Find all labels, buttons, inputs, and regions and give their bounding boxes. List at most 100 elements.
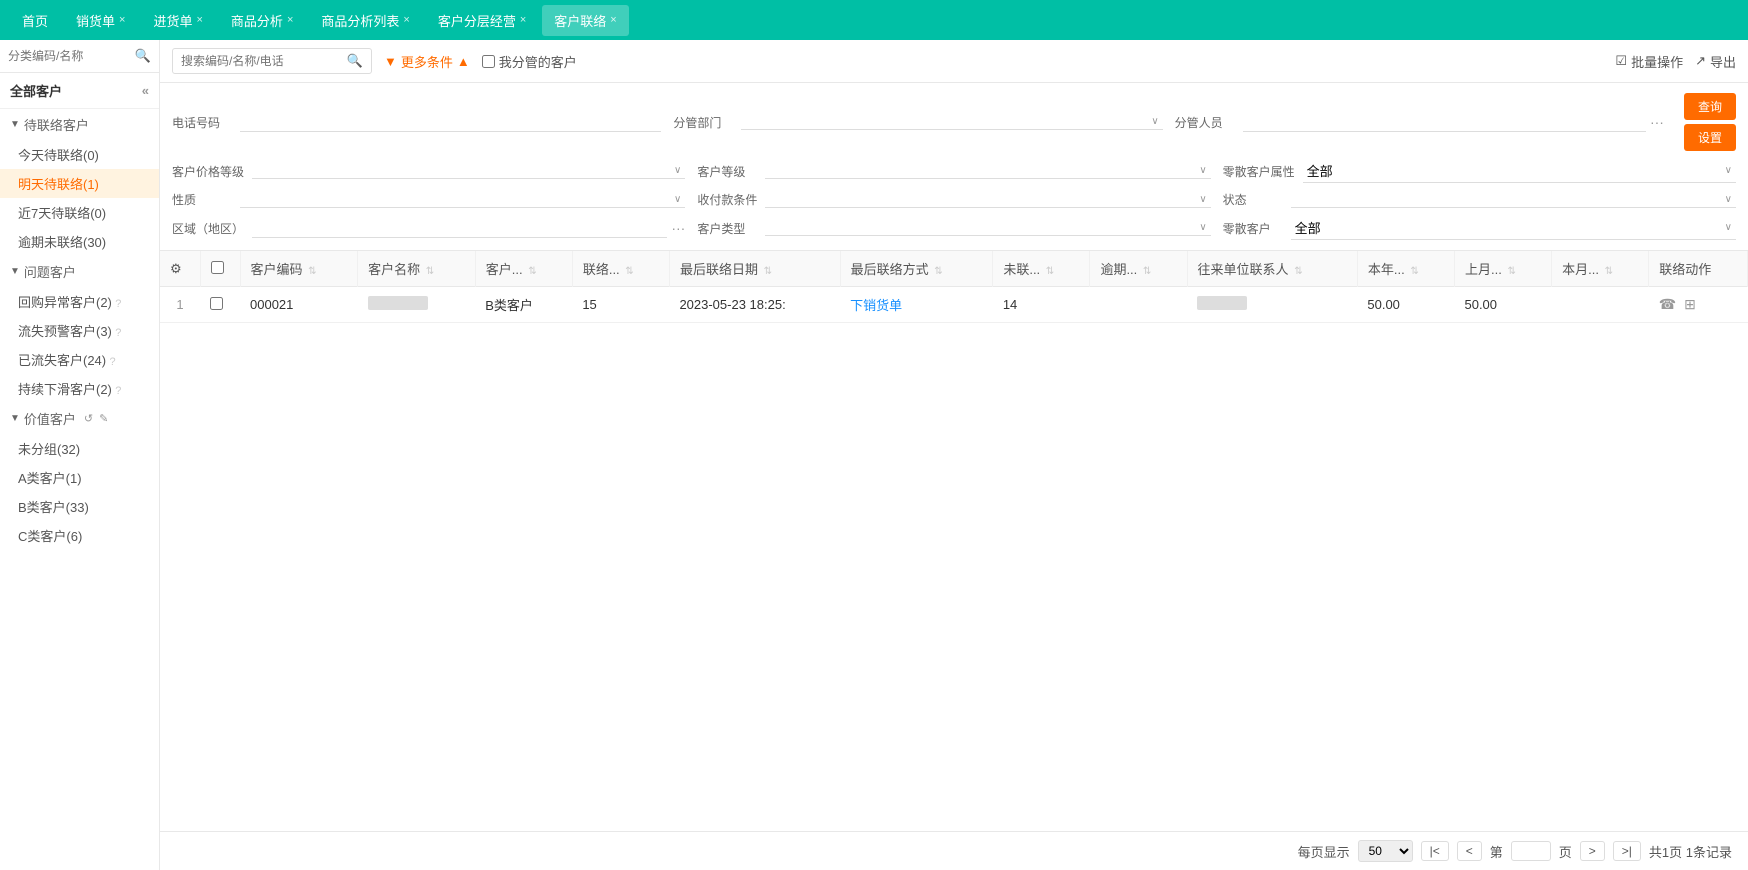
more-icon[interactable]: ··· [1650, 114, 1664, 130]
row-name [358, 287, 476, 323]
checkbox-icon: ☑ [1615, 53, 1627, 69]
nav-customer-layer[interactable]: 客户分层经营 × [426, 5, 538, 36]
sidebar-item-ungrouped[interactable]: 未分组(32) [0, 434, 159, 463]
reset-button[interactable]: 设置 [1684, 124, 1736, 151]
sidebar-item-loss-warning[interactable]: 流失预警客户(3) ? [0, 316, 159, 345]
first-page-btn[interactable]: |< [1421, 841, 1449, 861]
sort-icon[interactable]: ⇅ [764, 266, 772, 277]
collapse-icon[interactable]: « [142, 83, 149, 98]
sidebar-item-class-a[interactable]: A类客户(1) [0, 463, 159, 492]
close-icon[interactable]: × [196, 14, 202, 26]
filter-price-level: 客户价格等级 ∨ [172, 163, 685, 180]
nav-customer-contact[interactable]: 客户联络 × [542, 5, 628, 36]
refresh-icon[interactable]: ↺ [84, 412, 93, 425]
sort-icon[interactable]: ⇅ [308, 266, 316, 277]
settings-icon[interactable]: ⚙ [170, 261, 182, 276]
qrcode-icon[interactable]: ⊞ [1684, 296, 1696, 313]
department-select[interactable]: ∨ [741, 114, 1162, 130]
region-input[interactable] [252, 219, 667, 238]
sort-icon[interactable]: ⇅ [1410, 266, 1418, 277]
customer-type-select[interactable]: ∨ [765, 220, 1210, 236]
more-conditions-btn[interactable]: ▼ 更多条件 ▲ [384, 52, 470, 71]
search-icon[interactable]: 🔍 [135, 48, 151, 64]
my-customers-checkbox[interactable] [482, 55, 495, 68]
search-bar: 🔍 ▼ 更多条件 ▲ 我分管的客户 ☑ 批量操作 ↗ 导出 [160, 40, 1748, 83]
th-contact-person: 往来单位联系人 ⇅ [1187, 251, 1357, 287]
pending-contact-group[interactable]: ▼ 待联络客户 [0, 109, 159, 140]
sidebar-item-abnormal-repurchase[interactable]: 回购异常客户(2) ? [0, 287, 159, 316]
sort-icon[interactable]: ⇅ [528, 266, 536, 277]
price-level-select[interactable]: ∨ [252, 163, 685, 179]
close-icon[interactable]: × [403, 14, 409, 26]
sort-icon[interactable]: ⇅ [1143, 266, 1151, 277]
close-icon[interactable]: × [119, 14, 125, 26]
status-select[interactable]: ∨ [1291, 192, 1736, 208]
query-button[interactable]: 查询 [1684, 93, 1736, 120]
more-icon[interactable]: ··· [671, 220, 685, 236]
sidebar-search-input[interactable] [8, 49, 131, 63]
question-icon: ? [115, 298, 121, 310]
value-customers-group[interactable]: ▼ 价值客户 ↺ ✎ [0, 403, 159, 434]
prev-page-btn[interactable]: < [1457, 841, 1482, 861]
page-input[interactable]: 1 [1511, 841, 1551, 861]
sort-icon[interactable]: ⇅ [625, 266, 633, 277]
problem-customers-group[interactable]: ▼ 问题客户 [0, 256, 159, 287]
sidebar-item-7days[interactable]: 近7天待联络(0) [0, 198, 159, 227]
export-btn[interactable]: ↗ 导出 [1695, 52, 1736, 71]
row-last-month: 50.00 [1454, 287, 1551, 323]
nav-purchase-order[interactable]: 进货单 × [141, 5, 214, 36]
my-customers-checkbox-wrap[interactable]: 我分管的客户 [482, 52, 577, 71]
sort-icon[interactable]: ⇅ [426, 266, 434, 277]
payment-select[interactable]: ∨ [765, 192, 1210, 208]
nav-product-analysis[interactable]: 商品分析 × [219, 5, 305, 36]
retail-customer-select[interactable]: 全部 ∨ [1291, 216, 1736, 240]
all-customers-header[interactable]: 全部客户 « [0, 73, 159, 109]
next-page-btn[interactable]: > [1580, 841, 1605, 861]
close-icon[interactable]: × [287, 14, 293, 26]
gender-select[interactable]: ∨ [240, 192, 685, 208]
filter-row-3: 性质 ∨ 收付款条件 ∨ 状态 ∨ [172, 191, 1736, 208]
sidebar-item-today[interactable]: 今天待联络(0) [0, 140, 159, 169]
phone-input[interactable] [240, 113, 661, 132]
nav-product-analysis-list[interactable]: 商品分析列表 × [309, 5, 421, 36]
last-method-link[interactable]: 下销货单 [850, 298, 902, 313]
th-checkbox [200, 251, 240, 287]
chevron-up-icon: ▲ [457, 54, 470, 69]
retail-attr-select[interactable]: 全部 ∨ [1303, 159, 1736, 183]
nav-home[interactable]: 首页 [10, 5, 60, 36]
last-page-btn[interactable]: >| [1613, 841, 1641, 861]
sort-icon[interactable]: ⇅ [1046, 266, 1054, 277]
close-icon[interactable]: × [610, 14, 616, 26]
sidebar-item-class-c[interactable]: C类客户(6) [0, 521, 159, 550]
th-last-month: 上月... ⇅ [1454, 251, 1551, 287]
batch-op-btn[interactable]: ☑ 批量操作 [1615, 52, 1683, 71]
sidebar-item-declining[interactable]: 持续下滑客户(2) ? [0, 374, 159, 403]
bottom-bar: 每页显示 50 100 200 |< < 第 1 页 > >| 共1页 1条记录 [160, 831, 1748, 870]
manager-input[interactable] [1243, 113, 1646, 132]
sidebar-item-lost[interactable]: 已流失客户(24) ? [0, 345, 159, 374]
sidebar-item-tomorrow[interactable]: 明天待联络(1) [0, 169, 159, 198]
search-input[interactable] [181, 54, 343, 68]
nav-sales-order[interactable]: 销货单 × [64, 5, 137, 36]
contact-icon[interactable]: ☎ [1659, 296, 1676, 313]
sidebar-item-overdue[interactable]: 逾期未联络(30) [0, 227, 159, 256]
select-all-checkbox[interactable] [211, 261, 224, 274]
sidebar-item-class-b[interactable]: B类客户(33) [0, 492, 159, 521]
row-this-year: 50.00 [1357, 287, 1454, 323]
customer-level-select[interactable]: ∨ [765, 163, 1210, 179]
sort-icon[interactable]: ⇅ [1507, 266, 1515, 277]
search-icon[interactable]: 🔍 [347, 53, 363, 69]
table-area: ⚙ 客户编码 ⇅ 客户名称 ⇅ [160, 251, 1748, 831]
edit-icon[interactable]: ✎ [99, 412, 108, 425]
sort-icon[interactable]: ⇅ [1294, 266, 1302, 277]
question-icon: ? [109, 356, 115, 368]
search-bar-right: ☑ 批量操作 ↗ 导出 [1615, 52, 1736, 71]
page-size-select[interactable]: 50 100 200 [1358, 840, 1413, 862]
filter-manager: 分管人员 ··· [1175, 113, 1664, 132]
sort-icon[interactable]: ⇅ [934, 266, 942, 277]
th-settings: ⚙ [160, 251, 200, 287]
row-select-checkbox[interactable] [210, 297, 223, 310]
question-icon: ? [115, 385, 121, 397]
sort-icon[interactable]: ⇅ [1605, 266, 1613, 277]
close-icon[interactable]: × [520, 14, 526, 26]
